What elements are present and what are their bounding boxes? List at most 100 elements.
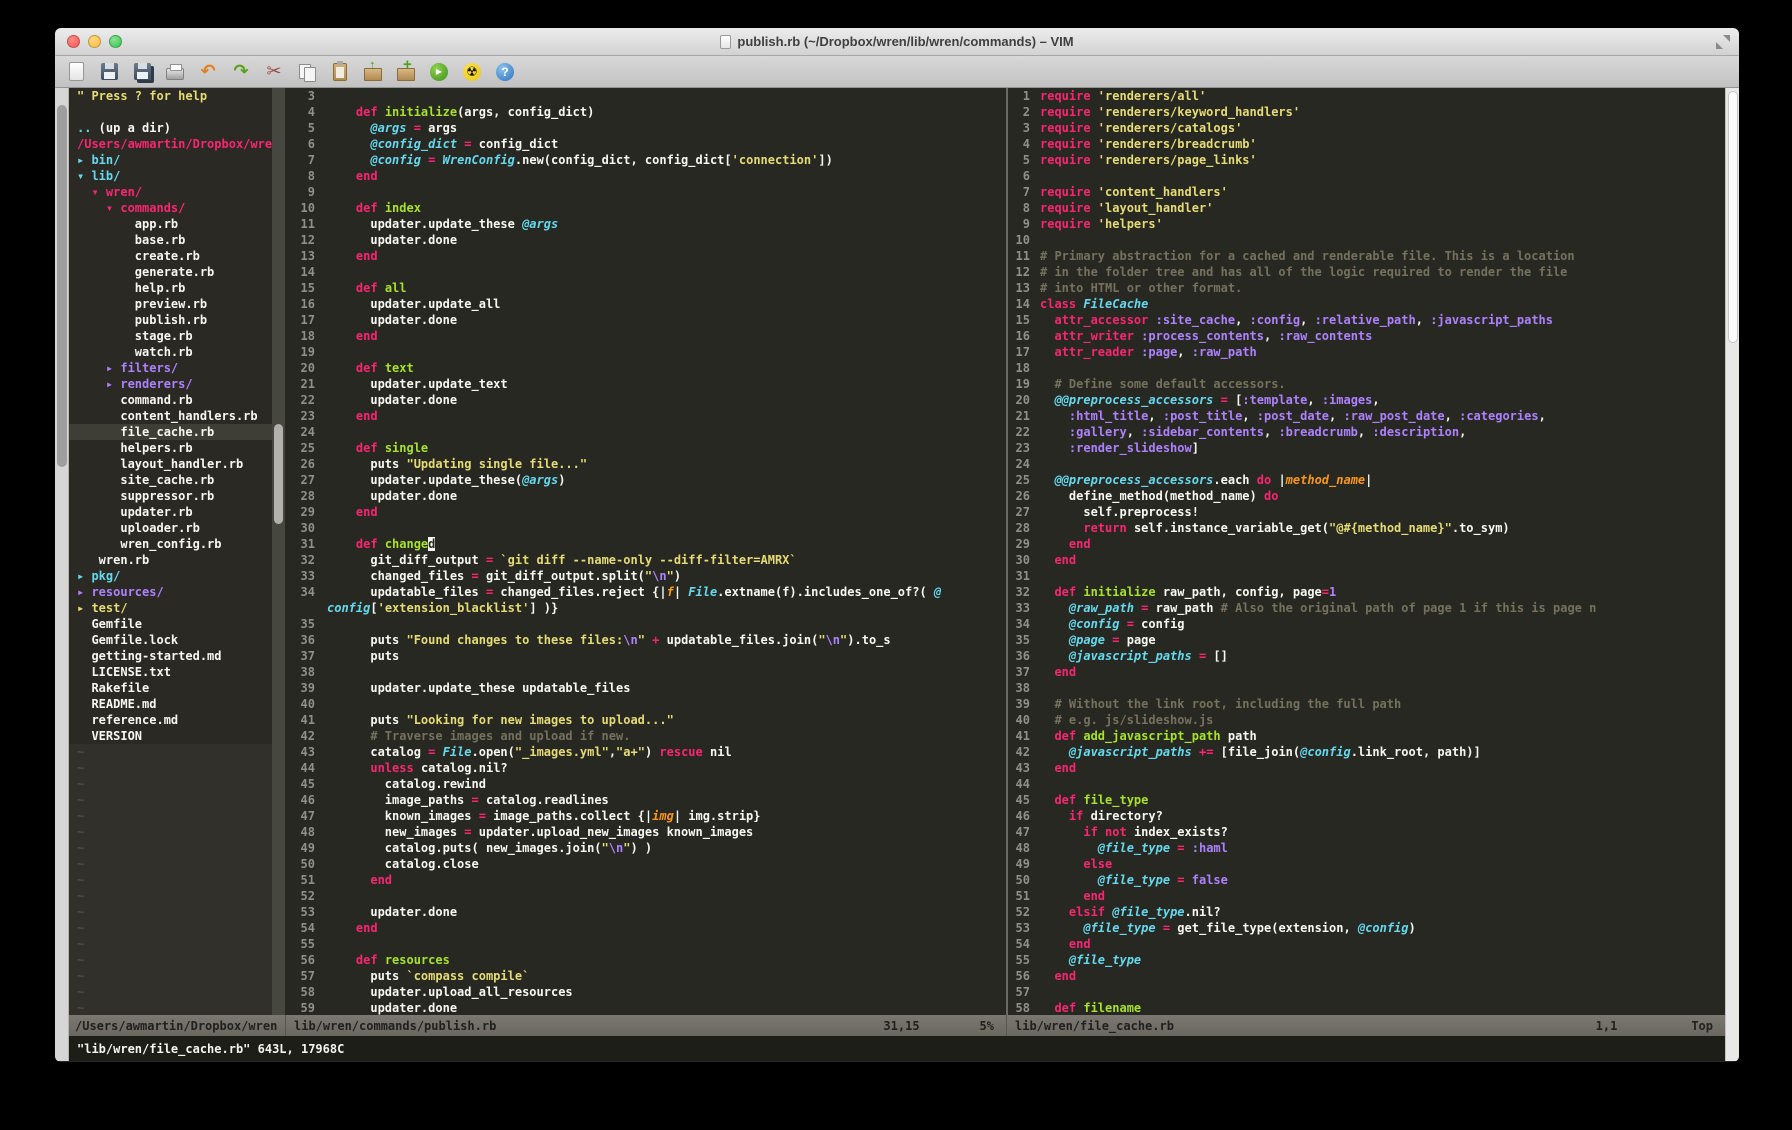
code-line[interactable]: 53 @file_type = get_file_type(extension,… [1008, 920, 1725, 936]
code-line[interactable]: 14 [285, 264, 1006, 280]
code-line[interactable]: 51 end [1008, 888, 1725, 904]
tree-item[interactable]: reference.md [69, 712, 272, 728]
tree-item[interactable]: content_handlers.rb [69, 408, 272, 424]
code-line[interactable]: 55 @file_type [1008, 952, 1725, 968]
code-line[interactable]: 17 attr_reader :page, :raw_path [1008, 344, 1725, 360]
code-line[interactable]: 55 [285, 936, 1006, 952]
code-line[interactable]: 54 end [1008, 936, 1725, 952]
code-line[interactable]: 19 # Define some default accessors. [1008, 376, 1725, 392]
minimize-button[interactable] [88, 35, 101, 48]
code-line[interactable]: 10 [1008, 232, 1725, 248]
code-line[interactable]: 45 def file_type [1008, 792, 1725, 808]
close-button[interactable] [67, 35, 80, 48]
right-pane-scrollbar-thumb[interactable] [1728, 91, 1738, 343]
help-button[interactable] [492, 59, 518, 85]
run-button[interactable] [426, 59, 452, 85]
tree-item[interactable]: ▸ resources/ [69, 584, 272, 600]
code-line[interactable]: 33 @raw_path = raw_path # Also the origi… [1008, 600, 1725, 616]
tree-item[interactable]: .. (up a dir) [69, 120, 272, 136]
code-line[interactable]: 5require 'renderers/page_links' [1008, 152, 1725, 168]
tree-item[interactable]: Rakefile [69, 680, 272, 696]
code-line[interactable]: 31 [1008, 568, 1725, 584]
tree-item[interactable]: site_cache.rb [69, 472, 272, 488]
code-line[interactable]: 41 def add_javascript_path path [1008, 728, 1725, 744]
code-line[interactable]: 12# in the folder tree and has all of th… [1008, 264, 1725, 280]
code-line[interactable]: 7require 'content_handlers' [1008, 184, 1725, 200]
tree-scrollbar[interactable] [55, 88, 69, 1061]
code-line[interactable]: 31 def changed [285, 536, 1006, 552]
code-line[interactable]: 36 puts "Found changes to these files:\n… [285, 632, 1006, 648]
left-pane-scrollbar[interactable] [272, 88, 285, 1015]
tree-scrollbar-thumb[interactable] [57, 105, 67, 467]
tree-item[interactable]: wren_config.rb [69, 536, 272, 552]
tree-item[interactable]: command.rb [69, 392, 272, 408]
code-line[interactable]: 35 @page = page [1008, 632, 1725, 648]
tree-item[interactable]: layout_handler.rb [69, 456, 272, 472]
code-line[interactable]: 6 [1008, 168, 1725, 184]
code-line[interactable]: 53 updater.done [285, 904, 1006, 920]
make-button[interactable] [459, 59, 485, 85]
tree-item[interactable]: Gemfile [69, 616, 272, 632]
paste-button[interactable] [327, 59, 353, 85]
code-line[interactable]: 11 updater.update_these @args [285, 216, 1006, 232]
tree-item[interactable]: uploader.rb [69, 520, 272, 536]
code-line[interactable]: 42 @javascript_paths += [file_join(@conf… [1008, 744, 1725, 760]
code-line[interactable]: 20 @@preprocess_accessors = [:template, … [1008, 392, 1725, 408]
code-line[interactable]: 18 [1008, 360, 1725, 376]
tree-item[interactable]: preview.rb [69, 296, 272, 312]
code-line[interactable]: 44 unless catalog.nil? [285, 760, 1006, 776]
titlebar[interactable]: publish.rb (~/Dropbox/wren/lib/wren/comm… [55, 28, 1739, 56]
command-line[interactable]: "lib/wren/file_cache.rb" 643L, 17968C [69, 1036, 1725, 1061]
code-line[interactable]: 22 :gallery, :sidebar_contents, :breadcr… [1008, 424, 1725, 440]
code-line[interactable]: 29 end [285, 504, 1006, 520]
code-line[interactable]: 9 [285, 184, 1006, 200]
code-line[interactable]: 44 [1008, 776, 1725, 792]
code-line[interactable]: 38 [285, 664, 1006, 680]
tree-item[interactable]: suppressor.rb [69, 488, 272, 504]
cut-button[interactable] [261, 59, 287, 85]
code-line[interactable]: 39 # Without the link root, including th… [1008, 696, 1725, 712]
code-line[interactable]: config['extension_blacklist'] )} [285, 600, 1006, 616]
print-button[interactable] [162, 59, 188, 85]
code-line[interactable]: 45 catalog.rewind [285, 776, 1006, 792]
load-session-button[interactable] [360, 59, 386, 85]
code-line[interactable]: 19 [285, 344, 1006, 360]
code-line[interactable]: 15 attr_accessor :site_cache, :config, :… [1008, 312, 1725, 328]
tree-item[interactable]: VERSION [69, 728, 272, 744]
tree-item[interactable]: ▸ bin/ [69, 152, 272, 168]
tree-item[interactable]: README.md [69, 696, 272, 712]
code-line[interactable]: 57 puts `compass compile` [285, 968, 1006, 984]
code-line[interactable]: 50 @file_type = false [1008, 872, 1725, 888]
code-line[interactable]: 34 updatable_files = changed_files.rejec… [285, 584, 1006, 600]
code-line[interactable]: 27 updater.update_these(@args) [285, 472, 1006, 488]
code-line[interactable]: 38 [1008, 680, 1725, 696]
code-line[interactable]: 5 @args = args [285, 120, 1006, 136]
code-line[interactable]: 1require 'renderers/all' [1008, 88, 1725, 104]
code-line[interactable]: 11# Primary abstraction for a cached and… [1008, 248, 1725, 264]
code-line[interactable]: 46 image_paths = catalog.readlines [285, 792, 1006, 808]
tree-item[interactable]: ▸ test/ [69, 600, 272, 616]
code-line[interactable]: 33 changed_files = git_diff_output.split… [285, 568, 1006, 584]
zoom-button[interactable] [109, 35, 122, 48]
code-line[interactable]: 8 end [285, 168, 1006, 184]
code-line[interactable]: 37 end [1008, 664, 1725, 680]
fullscreen-icon[interactable] [1716, 35, 1730, 49]
tree-item[interactable]: Gemfile.lock [69, 632, 272, 648]
code-line[interactable]: 28 updater.done [285, 488, 1006, 504]
code-line[interactable]: 52 elsif @file_type.nil? [1008, 904, 1725, 920]
code-line[interactable]: 3require 'renderers/catalogs' [1008, 120, 1725, 136]
tree-item-selected[interactable]: file_cache.rb [69, 424, 272, 440]
tree-item[interactable]: ▾ wren/ [69, 184, 272, 200]
code-line[interactable]: 37 puts [285, 648, 1006, 664]
left-pane-scrollbar-thumb[interactable] [274, 424, 283, 524]
code-line[interactable]: 59 updater.done [285, 1000, 1006, 1015]
new-file-button[interactable] [63, 59, 89, 85]
code-line[interactable]: 30 [285, 520, 1006, 536]
code-line[interactable]: 25 @@preprocess_accessors.each do |metho… [1008, 472, 1725, 488]
tree-item[interactable]: updater.rb [69, 504, 272, 520]
code-line[interactable]: 25 def single [285, 440, 1006, 456]
code-line[interactable]: 24 [285, 424, 1006, 440]
code-line[interactable]: 26 puts "Updating single file..." [285, 456, 1006, 472]
code-line[interactable]: 20 def text [285, 360, 1006, 376]
code-line[interactable]: 48 @file_type = :haml [1008, 840, 1725, 856]
